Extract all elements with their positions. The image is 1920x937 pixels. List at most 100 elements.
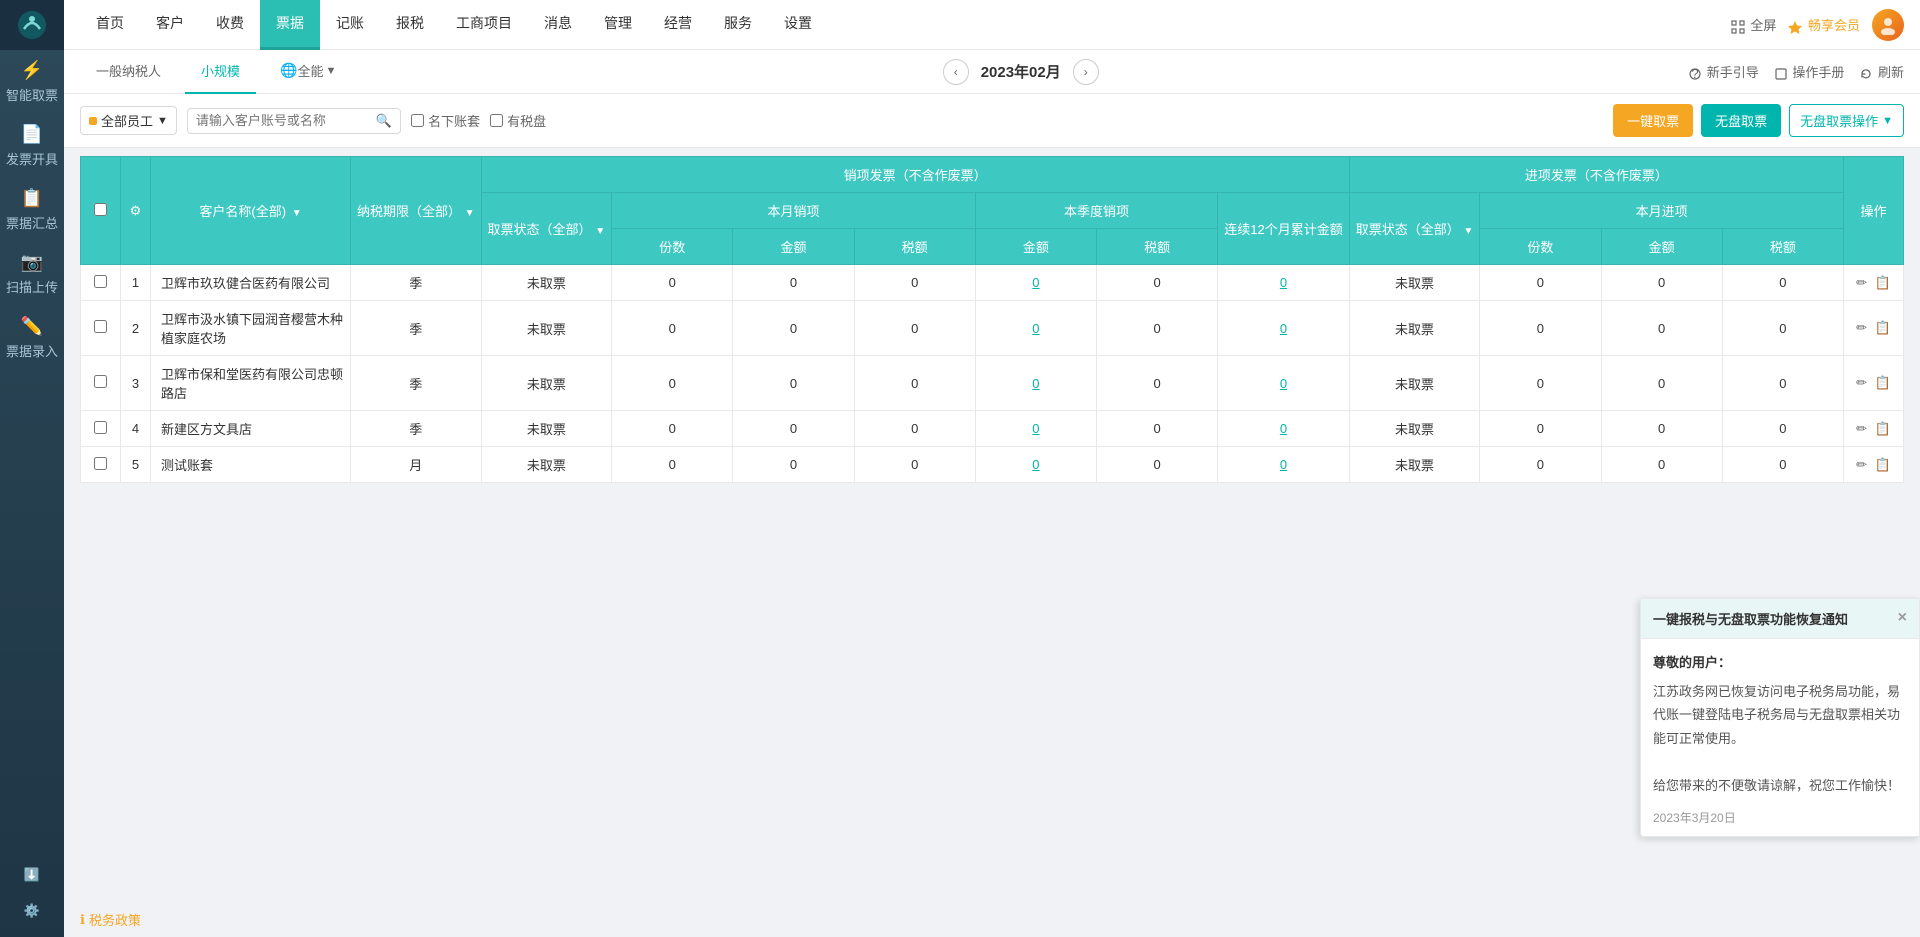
row-tax-period: 月: [351, 447, 482, 483]
edit-icon[interactable]: ✏: [1856, 457, 1867, 472]
row-actions: ✏ 📋: [1844, 301, 1904, 356]
edit-icon[interactable]: ✏: [1856, 320, 1867, 335]
prev-period-btn[interactable]: ‹: [943, 59, 969, 85]
quarterly-amount-link[interactable]: 0: [1032, 457, 1039, 472]
no-disk-fetch-btn[interactable]: 无盘取票: [1701, 104, 1781, 137]
filter-icon[interactable]: ▼: [465, 208, 475, 219]
quarterly-amount-link[interactable]: 0: [1032, 376, 1039, 391]
chevron-down-icon: ▼: [157, 115, 168, 127]
filter-icon[interactable]: ▼: [595, 226, 605, 237]
row-purchase-monthly-count: 0: [1480, 265, 1601, 301]
topnav-bookkeeping[interactable]: 记账: [320, 0, 380, 50]
quarterly-amount-link[interactable]: 0: [1032, 275, 1039, 290]
toolbar: 全部员工 ▼ 🔍 名下账套 有税盘 一键取票 无盘取票 无盘取票操作 ▼: [64, 94, 1920, 148]
th-cumulative: 连续12个月累计金额: [1218, 193, 1349, 265]
name-account-filter[interactable]: 名下账套: [411, 111, 480, 130]
row-checkbox[interactable]: [94, 275, 107, 288]
settings-icon[interactable]: ⚙: [130, 203, 142, 218]
th-purchase-monthly-amount: 金额: [1601, 229, 1722, 265]
row-purchase-status: 未取票: [1349, 447, 1480, 483]
row-purchase-monthly-count: 0: [1480, 447, 1601, 483]
topnav-operations[interactable]: 经营: [648, 0, 708, 50]
detail-icon[interactable]: 📋: [1875, 320, 1891, 335]
cumulative-link[interactable]: 0: [1280, 421, 1287, 436]
sidebar-item-invoice-summary[interactable]: 📋 票据汇总: [0, 178, 64, 242]
topnav-business[interactable]: 工商项目: [440, 0, 528, 50]
edit-icon[interactable]: ✏: [1856, 275, 1867, 290]
row-checkbox-cell: [81, 447, 121, 483]
cumulative-link[interactable]: 0: [1280, 376, 1287, 391]
notification-close-btn[interactable]: ×: [1898, 609, 1907, 627]
row-sales-quarterly-amount: 0: [975, 447, 1096, 483]
sidebar-item-issue-invoice[interactable]: 📄 发票开具: [0, 114, 64, 178]
sidebar-bottom: ⬇️ ⚙️: [0, 859, 64, 937]
row-no: 1: [121, 265, 151, 301]
tab-all[interactable]: 🌐 全能 ▼: [264, 50, 352, 94]
subnav-right: ? 新手引导 操作手册 刷新: [1689, 62, 1904, 81]
sidebar-item-smart-fetch[interactable]: ⚡ 智能取票: [0, 50, 64, 114]
row-sales-status: 未取票: [481, 411, 612, 447]
notification-title: 一键报税与无盘取票功能恢复通知: [1653, 609, 1848, 628]
tax-policy-link[interactable]: 税务政策: [89, 910, 141, 929]
edit-icon[interactable]: ✏: [1856, 421, 1867, 436]
tab-small-scale[interactable]: 小规模: [185, 50, 256, 94]
no-disk-ops-btn[interactable]: 无盘取票操作 ▼: [1789, 104, 1904, 137]
manual-btn[interactable]: 操作手册: [1775, 62, 1845, 81]
search-icon[interactable]: 🔍: [376, 113, 392, 129]
row-checkbox[interactable]: [94, 320, 107, 333]
cumulative-link[interactable]: 0: [1280, 457, 1287, 472]
detail-icon[interactable]: 📋: [1875, 457, 1891, 472]
row-sales-monthly-amount: 0: [733, 447, 854, 483]
topnav-admin[interactable]: 管理: [588, 0, 648, 50]
filter-icon[interactable]: ▼: [292, 208, 302, 219]
topnav-settings[interactable]: 设置: [768, 0, 828, 50]
sidebar-settings[interactable]: ⚙️: [0, 895, 64, 927]
row-checkbox[interactable]: [94, 421, 107, 434]
sidebar-item-scan-upload[interactable]: 📷 扫描上传: [0, 242, 64, 306]
invoice-icon: 📄: [21, 124, 43, 145]
row-purchase-monthly-tax: 0: [1722, 265, 1843, 301]
detail-icon[interactable]: 📋: [1875, 275, 1891, 290]
topnav-message[interactable]: 消息: [528, 0, 588, 50]
new-guide-btn[interactable]: ? 新手引导: [1689, 62, 1759, 81]
topnav-income[interactable]: 收费: [200, 0, 260, 50]
row-sales-monthly-tax: 0: [854, 301, 975, 356]
tab-general-taxpayer[interactable]: 一般纳税人: [80, 50, 177, 94]
topnav-home[interactable]: 首页: [80, 0, 140, 50]
row-sales-monthly-tax: 0: [854, 411, 975, 447]
sidebar-item-data-entry[interactable]: ✏️ 票据录入: [0, 306, 64, 370]
period-nav: ‹ 2023年02月 ›: [360, 59, 1681, 85]
topnav-invoice[interactable]: 票据: [260, 0, 320, 50]
tax-disk-filter[interactable]: 有税盘: [490, 111, 546, 130]
select-all-checkbox[interactable]: [94, 203, 107, 216]
fullscreen-btn[interactable]: 全屏: [1731, 15, 1777, 34]
user-avatar[interactable]: [1872, 9, 1904, 41]
edit-icon[interactable]: ✏: [1856, 375, 1867, 390]
detail-icon[interactable]: 📋: [1875, 375, 1891, 390]
row-sales-monthly-amount: 0: [733, 265, 854, 301]
next-period-btn[interactable]: ›: [1073, 59, 1099, 85]
th-sales-monthly-amount: 金额: [733, 229, 854, 265]
cumulative-link[interactable]: 0: [1280, 321, 1287, 336]
cumulative-link[interactable]: 0: [1280, 275, 1287, 290]
refresh-btn[interactable]: 刷新: [1860, 62, 1904, 81]
employee-filter[interactable]: 全部员工 ▼: [80, 106, 177, 135]
search-input[interactable]: [196, 113, 376, 128]
detail-icon[interactable]: 📋: [1875, 421, 1891, 436]
topnav-customer[interactable]: 客户: [140, 0, 200, 50]
row-checkbox[interactable]: [94, 457, 107, 470]
th-monthly-sales: 本月销项: [612, 193, 976, 229]
sidebar-logo[interactable]: [0, 0, 64, 50]
row-checkbox[interactable]: [94, 375, 107, 388]
one-click-fetch-btn[interactable]: 一键取票: [1613, 104, 1693, 137]
membership-btn[interactable]: 畅享会员: [1788, 15, 1860, 34]
topnav-service[interactable]: 服务: [708, 0, 768, 50]
sidebar-download[interactable]: ⬇️: [0, 859, 64, 891]
period-label: 2023年02月: [981, 61, 1061, 82]
filter-icon[interactable]: ▼: [1463, 226, 1473, 237]
topnav-tax[interactable]: 报税: [380, 0, 440, 50]
quarterly-amount-link[interactable]: 0: [1032, 321, 1039, 336]
row-purchase-monthly-tax: 0: [1722, 356, 1843, 411]
row-tax-period: 季: [351, 356, 482, 411]
quarterly-amount-link[interactable]: 0: [1032, 421, 1039, 436]
